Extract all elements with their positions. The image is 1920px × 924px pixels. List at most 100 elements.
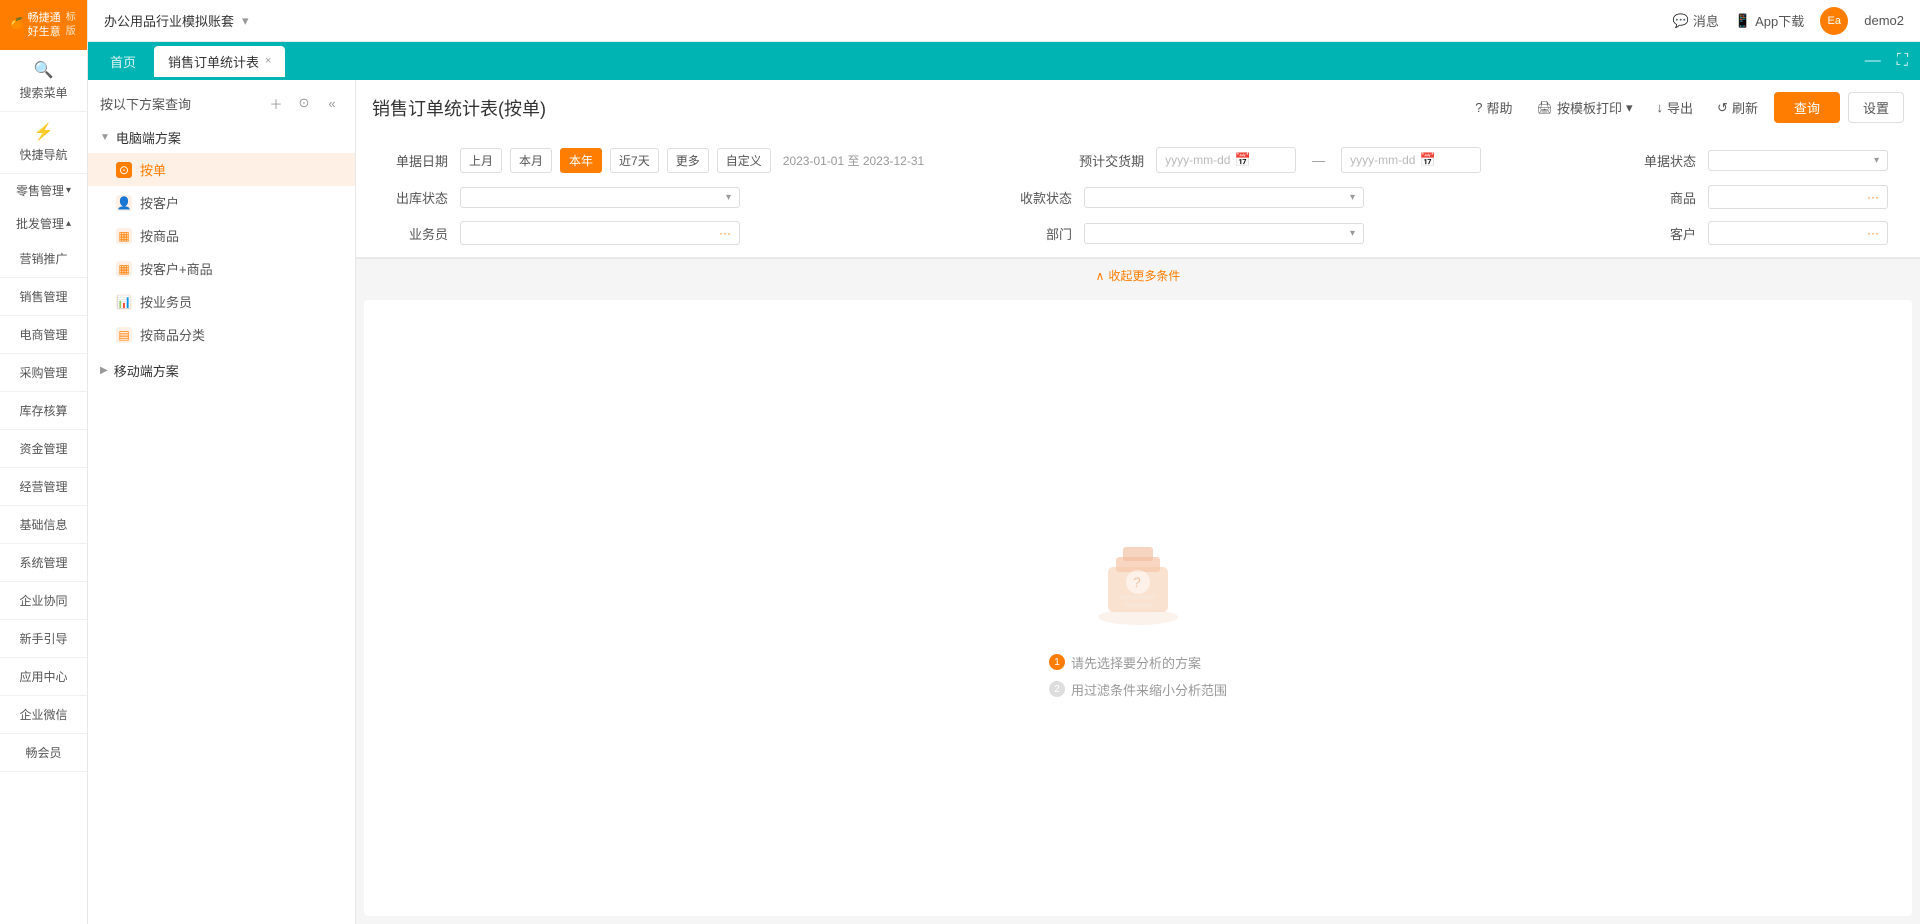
- salesperson-label: 业务员: [388, 224, 448, 243]
- procurement-label: 采购管理: [19, 364, 67, 381]
- hint-text-2: 用过滤条件来缩小分析范围: [1071, 680, 1227, 699]
- sidebar-item-sales[interactable]: 销售管理: [0, 278, 87, 316]
- scheme-group-pc-header[interactable]: ▼ 电脑端方案: [88, 122, 355, 153]
- sidebar-item-ecommerce[interactable]: 电商管理: [0, 316, 87, 354]
- top-header: 办公用品行业模拟账套 ▾ 💬 消息 📱 App下载 Ea demo2: [88, 0, 1920, 42]
- status-label: 单据状态: [1636, 151, 1696, 170]
- retail-label: 零售管理: [16, 182, 64, 199]
- sidebar-item-shortcuts[interactable]: ⚡ 快捷导航: [0, 112, 87, 174]
- sidebar-item-procurement[interactable]: 采购管理: [0, 354, 87, 392]
- tab-home-label: 首页: [110, 52, 136, 71]
- avatar[interactable]: Ea: [1820, 7, 1848, 35]
- sidebar-item-enterprise[interactable]: 企业协同: [0, 582, 87, 620]
- app-download-label: App下载: [1755, 11, 1804, 30]
- query-button[interactable]: 查询: [1774, 92, 1840, 123]
- message-button[interactable]: 💬 消息: [1673, 11, 1719, 30]
- sidebar-item-label: 快捷导航: [19, 146, 67, 163]
- status-select[interactable]: ▾: [1708, 150, 1888, 171]
- scheme-item-by-customer-goods[interactable]: ▦ 按客户+商品: [88, 252, 355, 285]
- scheme-item-by-customer[interactable]: 👤 按客户: [88, 186, 355, 219]
- date-btn-this-year[interactable]: 本年: [560, 148, 602, 173]
- wholesale-label: 批发管理: [16, 215, 64, 232]
- empty-hint-2: 2 用过滤条件来缩小分析范围: [1049, 680, 1227, 699]
- finance-label: 资金管理: [19, 440, 67, 457]
- tab-sales-stats[interactable]: 销售订单统计表 ×: [154, 46, 285, 77]
- scheme-by-category-label: 按商品分类: [140, 325, 205, 344]
- expected-date-start[interactable]: yyyy-mm-dd 📅: [1156, 147, 1296, 173]
- refresh-button[interactable]: ↺ 刷新: [1709, 94, 1766, 121]
- department-select[interactable]: ▾: [1084, 223, 1364, 244]
- sidebar-item-basic-info[interactable]: 基础信息: [0, 506, 87, 544]
- date-btn-last-7-days[interactable]: 近7天: [610, 148, 659, 173]
- sidebar-item-membership[interactable]: 畅会员: [0, 734, 87, 772]
- date-btn-last-month[interactable]: 上月: [460, 148, 502, 173]
- salesperson-select[interactable]: ···: [460, 221, 740, 245]
- scheme-by-order-label: 按单: [140, 160, 166, 179]
- tab-minimize-button[interactable]: —: [1861, 48, 1885, 74]
- filter-row-3: 业务员 ··· 部门 ▾ 客户: [388, 221, 1888, 245]
- collapse-icon: «: [328, 96, 335, 111]
- scheme-item-by-order[interactable]: ⊙ 按单: [88, 153, 355, 186]
- help-icon: ?: [1475, 100, 1482, 115]
- tab-maximize-button[interactable]: ⛶: [1893, 48, 1912, 74]
- scheme-by-order-icon: ⊙: [116, 162, 132, 178]
- scheme-group-mobile-label: 移动端方案: [114, 361, 343, 380]
- export-label: 导出: [1667, 98, 1693, 117]
- top-header-left: 办公用品行业模拟账套 ▾: [104, 11, 249, 30]
- tab-home[interactable]: 首页: [96, 46, 150, 77]
- sales-label: 销售管理: [19, 288, 67, 305]
- sidebar-item-retail[interactable]: 零售管理 ▾: [0, 174, 87, 207]
- print-template-button[interactable]: 🖨 按模板打印 ▾: [1528, 94, 1640, 121]
- expected-date-label: 预计交货期: [1079, 151, 1144, 170]
- expected-date-end[interactable]: yyyy-mm-dd 📅: [1341, 147, 1481, 173]
- sidebar-item-new-guide[interactable]: 新手引导: [0, 620, 87, 658]
- top-header-right: 💬 消息 📱 App下载 Ea demo2: [1673, 7, 1904, 35]
- sidebar-item-marketing[interactable]: 营销推广: [0, 240, 87, 278]
- sidebar-item-wholesale[interactable]: 批发管理 ▴: [0, 207, 87, 240]
- workspace-dropdown-icon[interactable]: ▾: [242, 13, 249, 29]
- sidebar-item-enterprise-wechat[interactable]: 企业微信: [0, 696, 87, 734]
- help-button[interactable]: ? 帮助: [1467, 94, 1520, 121]
- sidebar-item-system[interactable]: 系统管理: [0, 544, 87, 582]
- download-icon: 📱: [1735, 13, 1751, 29]
- scheme-item-by-category[interactable]: ▤ 按商品分类: [88, 318, 355, 351]
- collapse-panel-button[interactable]: «: [321, 92, 343, 114]
- tab-close-icon[interactable]: ×: [265, 55, 271, 67]
- sidebar-logo[interactable]: 🍊 畅捷通好生意 标版: [0, 0, 87, 50]
- goods-select[interactable]: ···: [1708, 185, 1888, 209]
- message-label: 消息: [1693, 11, 1719, 30]
- add-scheme-button[interactable]: ＋: [265, 92, 287, 114]
- chevron-up-icon: ▴: [66, 218, 71, 229]
- filter-row-1: 单据日期 上月 本月 本年 近7天 更多 自定义 2023-01-01 至 20…: [388, 147, 1888, 173]
- enterprise-label: 企业协同: [19, 592, 67, 609]
- sidebar-item-search[interactable]: 🔍 搜索菜单: [0, 50, 87, 112]
- scheme-by-customer-label: 按客户: [140, 193, 179, 212]
- export-icon: ↓: [1657, 100, 1664, 115]
- payment-status-chevron-icon: ▾: [1350, 192, 1355, 203]
- sidebar-item-operations[interactable]: 经营管理: [0, 468, 87, 506]
- page-action-group: ? 帮助 🖨 按模板打印 ▾ ↓ 导出 ↺: [1467, 92, 1904, 123]
- customer-select[interactable]: ···: [1708, 221, 1888, 245]
- app-download-button[interactable]: 📱 App下载: [1735, 11, 1804, 30]
- settings-button[interactable]: 设置: [1848, 92, 1904, 123]
- settings-scheme-button[interactable]: ⊙: [293, 92, 315, 114]
- scheme-group-mobile-header[interactable]: ▶ 移动端方案: [88, 355, 355, 386]
- left-panel-header: 按以下方案查询 ＋ ⊙ «: [88, 92, 355, 122]
- date-btn-more[interactable]: 更多: [667, 148, 709, 173]
- app-center-label: 应用中心: [19, 668, 67, 685]
- scheme-group-pc-label: 电脑端方案: [116, 128, 343, 147]
- collapse-bar[interactable]: ∧ 收起更多条件: [356, 258, 1920, 292]
- date-btn-this-month[interactable]: 本月: [510, 148, 552, 173]
- ship-status-select[interactable]: ▾: [460, 187, 740, 208]
- sidebar-item-finance[interactable]: 资金管理: [0, 430, 87, 468]
- payment-status-select[interactable]: ▾: [1084, 187, 1364, 208]
- sidebar-item-inventory[interactable]: 库存核算: [0, 392, 87, 430]
- date-btn-custom[interactable]: 自定义: [717, 148, 771, 173]
- scheme-item-by-salesperson[interactable]: 📊 按业务员: [88, 285, 355, 318]
- marketing-label: 营销推广: [19, 250, 67, 267]
- sidebar-item-app-center[interactable]: 应用中心: [0, 658, 87, 696]
- export-button[interactable]: ↓ 导出: [1649, 94, 1702, 121]
- main-area: 办公用品行业模拟账套 ▾ 💬 消息 📱 App下载 Ea demo2 首页 销售…: [88, 0, 1920, 924]
- panel-title: 按以下方案查询: [100, 94, 259, 113]
- scheme-item-by-goods[interactable]: ▦ 按商品: [88, 219, 355, 252]
